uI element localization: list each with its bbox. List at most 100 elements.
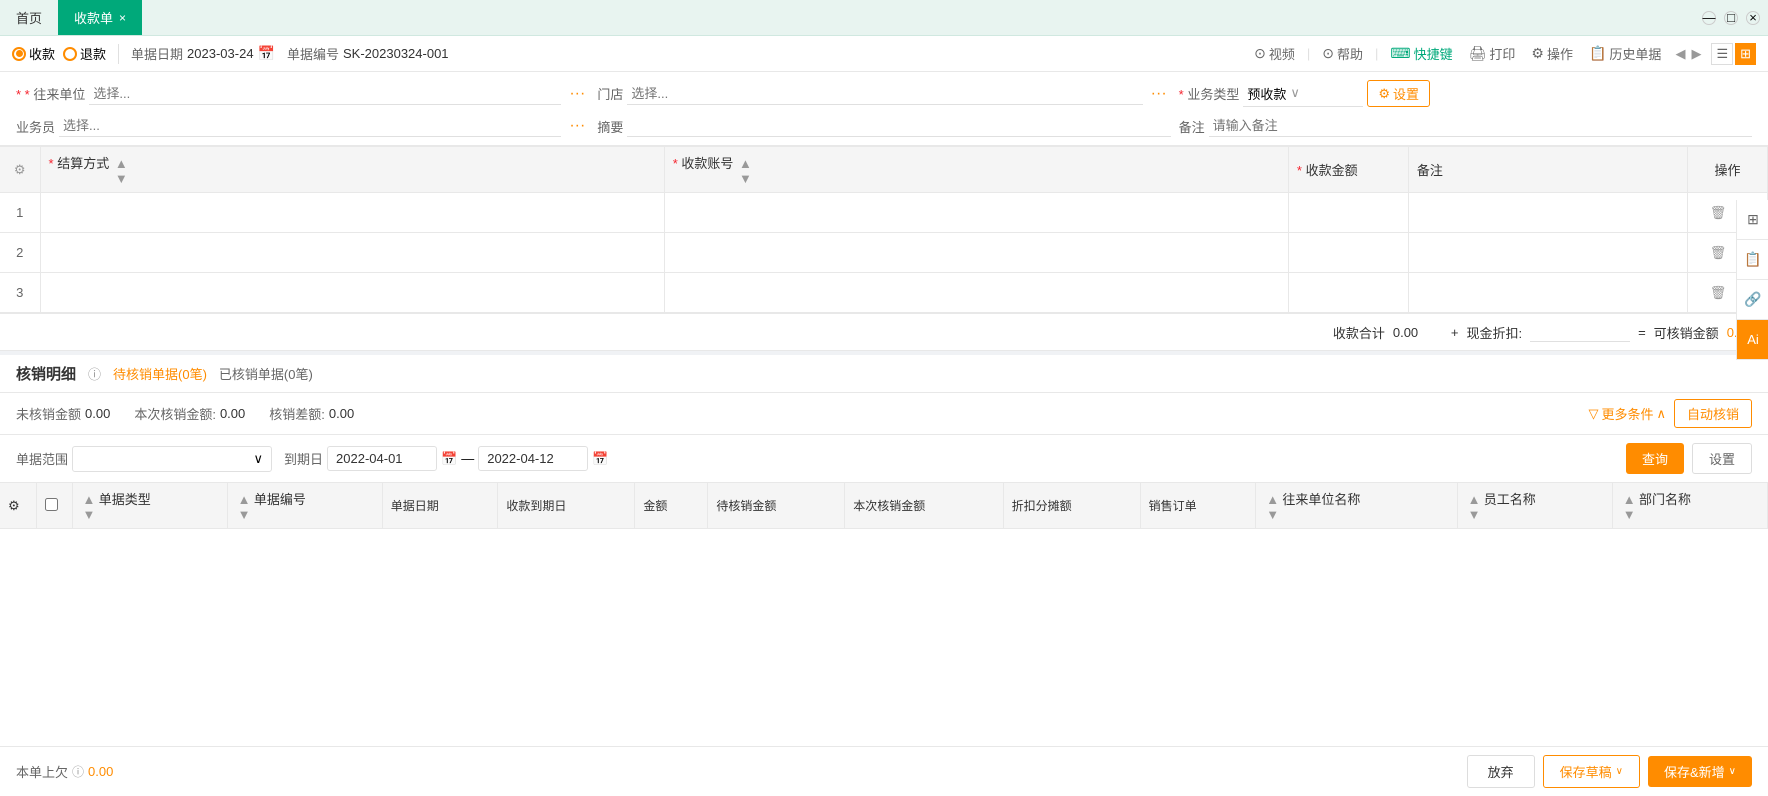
tab-home[interactable]: 首页 [0,0,58,35]
wt-amount: 金额 [635,483,708,529]
this-order-stat: 本单上欠 ⓘ 0.00 [16,762,113,781]
calendar-icon[interactable]: 📅 [258,45,275,62]
help-btn[interactable]: ⊙ 帮助 [1318,42,1367,65]
close-button[interactable]: × [1746,11,1760,25]
list-view-btn[interactable]: ☰ [1711,43,1733,65]
tab-current[interactable]: 收款单 × [58,0,142,35]
shortcut-btn[interactable]: ⌨ 快捷键 [1386,42,1456,65]
wt-pending: 待核销金额 [708,483,845,529]
receipt-radio[interactable]: 收款 [12,44,55,63]
main-content: 收款 退款 单据日期 2023-03-24 📅 单据编号 SK-20230324… [0,36,1768,796]
business-type-field: * 业务类型 预收款 ∨ ⚙ 设置 [1179,80,1752,107]
salesperson-input[interactable] [59,115,561,137]
store-field: 门店 ··· [597,83,1170,105]
wt-settings[interactable]: ⚙ [0,483,36,529]
amount-cell-3[interactable] [1288,273,1408,313]
query-button[interactable]: 查询 [1626,443,1684,474]
done-tab[interactable]: 已核销单据(0笔) [219,364,313,383]
counterpart-more-icon[interactable]: ··· [565,85,589,103]
salesperson-field: 业务员 ··· [16,115,589,137]
note-cell-3[interactable] [1408,273,1687,313]
delete-icon-1[interactable]: 🗑 [1710,205,1727,220]
summary-input[interactable] [627,115,1170,137]
float-link-icon[interactable]: 🔗 [1737,280,1768,320]
nav-prev-icon[interactable]: ◀ [1673,44,1687,64]
plus-sign: + [1451,325,1459,340]
note-cell-2[interactable] [1408,233,1687,273]
note-cell-1[interactable] [1408,193,1687,233]
float-table-icon[interactable]: ⊞ [1737,200,1768,240]
date-label: 单据日期 [131,44,183,63]
float-doc-icon[interactable]: 📋 [1737,240,1768,280]
settlement-cell-1[interactable] [40,193,664,233]
account-cell-1[interactable] [664,193,1288,233]
settlement-cell-3[interactable] [40,273,664,313]
store-input[interactable] [627,83,1142,105]
summary-label: 摘要 [597,117,623,136]
settlement-cell-2[interactable] [40,233,664,273]
amount-cell-1[interactable] [1288,193,1408,233]
total-label: 收款合计 [1333,323,1385,342]
float-ai-icon[interactable]: Ai [1737,320,1768,360]
this-time-value: 0.00 [220,406,245,421]
grid-view-btn[interactable]: ⊞ [1735,43,1756,65]
row-num-3: 3 [0,273,40,313]
more-filter-btn[interactable]: ▽ 更多条件 ∧ [1588,404,1666,423]
store-more-icon[interactable]: ··· [1147,85,1171,103]
account-cell-2[interactable] [664,233,1288,273]
range-filter: 单据范围 ∨ [16,446,272,472]
delete-icon-2[interactable]: 🗑 [1710,245,1727,260]
minimize-button[interactable]: — [1702,11,1716,25]
writeoff-table: ⚙ ▲▼ 单据类型 ▲▼ 单据编号 单据日期 [0,483,1768,529]
refund-radio[interactable]: 退款 [63,44,106,63]
th-settlement: * 结算方式 ▲▼ [40,147,664,193]
th-amount: * 收款金额 [1288,147,1408,193]
note-input[interactable] [1209,115,1752,137]
toolbar: 收款 退款 单据日期 2023-03-24 📅 单据编号 SK-20230324… [0,36,1768,72]
print-btn[interactable]: 🖨 打印 [1465,42,1520,65]
settings-button[interactable]: ⚙ 设置 [1367,80,1430,107]
this-order-info[interactable]: ⓘ [72,763,84,780]
business-type-value: 预收款 [1247,84,1286,103]
from-cal-icon[interactable]: 📅 [441,451,457,467]
history-btn[interactable]: 📋 历史单据 [1585,42,1665,65]
salesperson-more-icon[interactable]: ··· [565,117,589,135]
current-tab-label: 收款单 [74,8,113,27]
th-account: * 收款账号 ▲▼ [664,147,1288,193]
to-date-input[interactable] [478,446,588,471]
form-row-1: * 往来单位 ··· 门店 ··· * 业务类型 预收款 ∨ [16,80,1752,107]
counterpart-label: * 往来单位 [16,84,85,103]
business-type-select[interactable]: 预收款 ∨ [1243,81,1363,107]
date-filter: 到期日 📅 — 📅 [284,446,608,471]
auto-writeoff-btn[interactable]: 自动核销 [1674,399,1752,428]
form-section: * 往来单位 ··· 门店 ··· * 业务类型 预收款 ∨ [0,72,1768,146]
from-date-input[interactable] [327,446,437,471]
maximize-button[interactable]: □ [1724,11,1738,25]
nav-next-icon[interactable]: ▶ [1689,44,1703,64]
receipt-refund-group: 收款 退款 [12,44,106,63]
discount-input[interactable] [1530,322,1630,342]
due-label: 到期日 [284,449,323,468]
writeoff-info-icon[interactable]: ⓘ [88,364,101,383]
tab-close-icon[interactable]: × [119,11,126,25]
save-new-button[interactable]: 保存&新增 ∨ [1648,756,1752,787]
filter-settings-btn[interactable]: 设置 [1692,443,1752,474]
delete-icon-3[interactable]: 🗑 [1710,285,1727,300]
table-settings-col[interactable]: ⚙ [0,147,40,193]
counterpart-input[interactable] [89,83,561,105]
th-note: 备注 [1408,147,1687,193]
store-label: 门店 [597,84,623,103]
range-select[interactable]: ∨ [72,446,272,472]
video-btn[interactable]: ⊙ 视频 [1250,42,1299,65]
table-row: 3 🗑 ⧉ [0,273,1768,313]
account-cell-3[interactable] [664,273,1288,313]
wt-select-all[interactable] [45,498,58,511]
save-draft-button[interactable]: 保存草稿 ∨ [1543,755,1640,788]
bottom-right: 放弃 保存草稿 ∨ 保存&新增 ∨ [1467,755,1752,788]
action-btn[interactable]: ⚙ 操作 [1527,42,1577,65]
form-row-2: 业务员 ··· 摘要 备注 [16,115,1752,137]
discard-button[interactable]: 放弃 [1467,755,1535,788]
amount-cell-2[interactable] [1288,233,1408,273]
pending-tab[interactable]: 待核销单据(0笔) [113,364,207,383]
to-cal-icon[interactable]: 📅 [592,451,608,467]
